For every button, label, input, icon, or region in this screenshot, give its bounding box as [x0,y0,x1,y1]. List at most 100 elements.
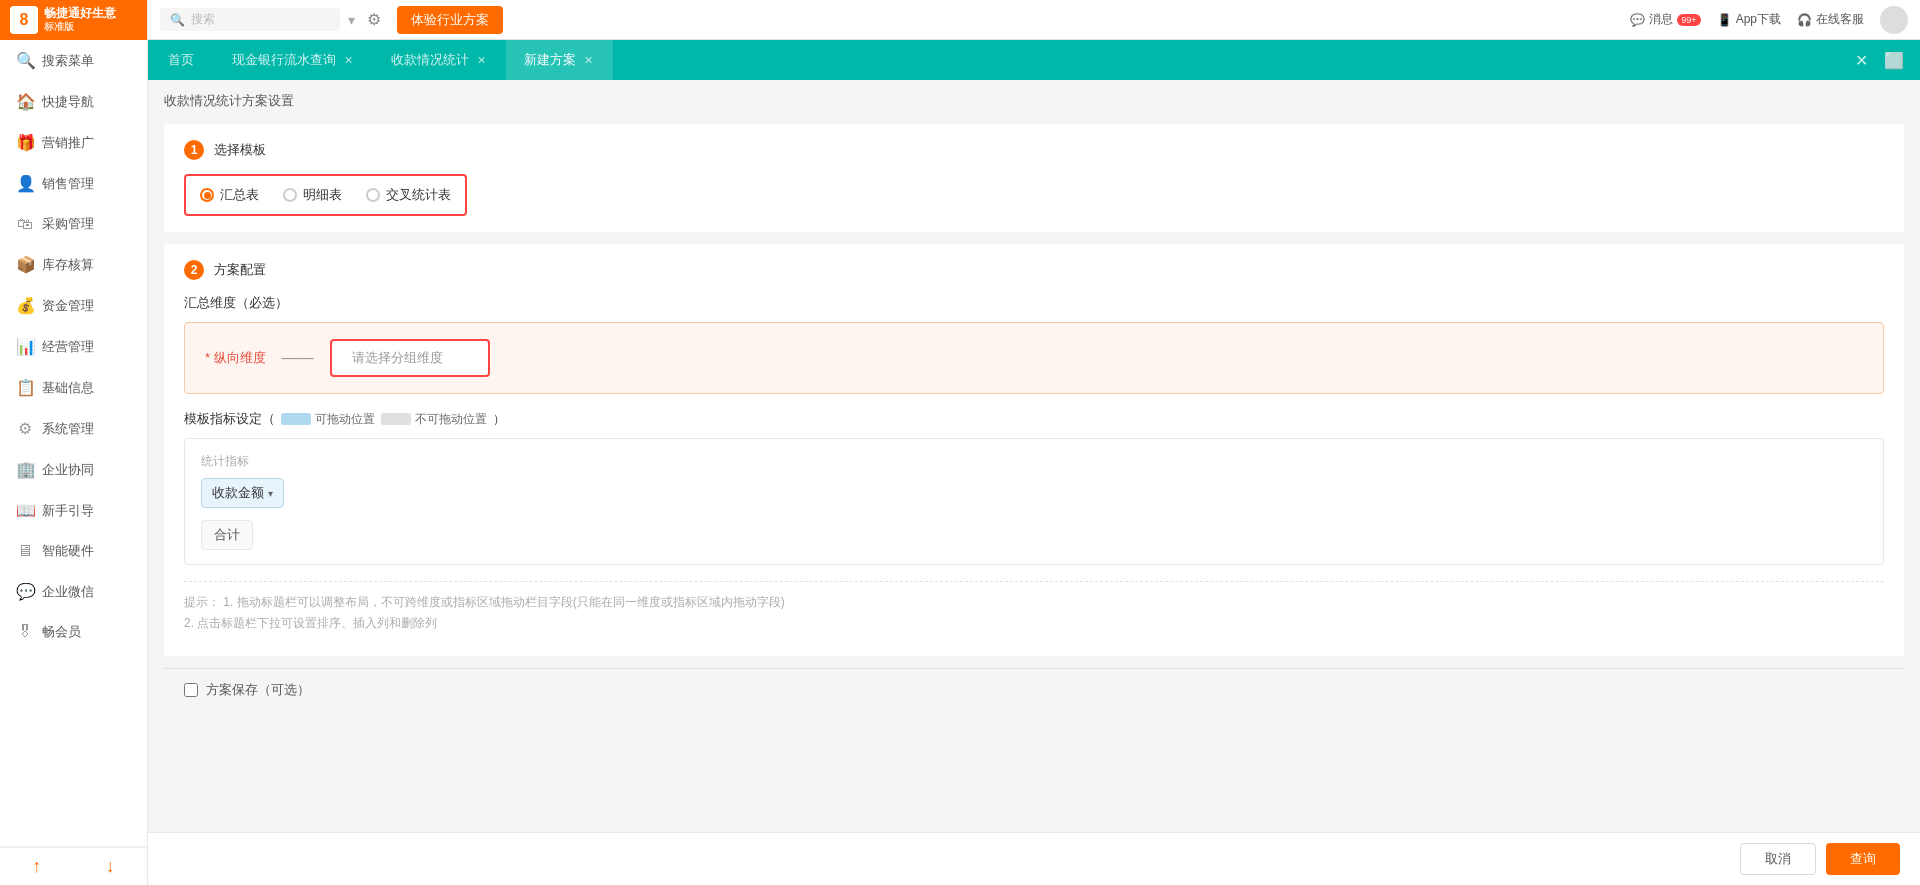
sidebar-item-quick-nav[interactable]: 🏠 快捷导航 [0,81,147,122]
app-download-item[interactable]: 📱 App下载 [1717,11,1781,28]
sidebar-bottom: ↑ ↓ [0,846,147,885]
sidebar-item-system[interactable]: ⚙ 系统管理 [0,408,147,449]
message-icon: 💬 [1630,13,1645,27]
save-checkbox[interactable] [184,683,198,697]
search-dropdown-button[interactable]: ▾ [348,12,355,28]
radio-summary-circle [200,188,214,202]
tab-home[interactable]: 首页 [148,40,214,80]
dimension-area: * 纵向维度 —— 请选择分组维度 [184,322,1884,394]
cancel-button[interactable]: 取消 [1740,843,1816,875]
sidebar-item-sales[interactable]: 👤 销售管理 [0,163,147,204]
tab-cashflow[interactable]: 现金银行流水查询 ✕ [214,40,373,80]
tab-receipt-stat-close[interactable]: ✕ [475,53,488,68]
tabbar-actions: ✕ ⬜ [1851,49,1920,72]
tab-cashflow-close[interactable]: ✕ [342,53,355,68]
metrics-subsection: 模板指标设定（ 可拖动位置 不可拖动位置 ） 统计指标 [184,410,1884,565]
sidebar-item-basic-info[interactable]: 📋 基础信息 [0,367,147,408]
metrics-section-title: 模板指标设定（ [184,410,275,428]
query-button[interactable]: 查询 [1826,843,1900,875]
sidebar-item-member[interactable]: 🎖 畅会员 [0,612,147,652]
radio-detail[interactable]: 明细表 [283,186,342,204]
tab-new-plan[interactable]: 新建方案 ✕ [506,40,613,80]
legend-draggable-item: 可拖动位置 [281,411,375,428]
tab-receipt-stat[interactable]: 收款情况统计 ✕ [373,40,506,80]
user-avatar[interactable] [1880,6,1908,34]
gift-icon: 🎁 [16,133,34,152]
subtotal-label: 合计 [201,520,253,550]
legend-nodrag-label: 不可拖动位置 [415,411,487,428]
legend-draggable-label: 可拖动位置 [315,411,375,428]
step1-section: 1 选择模板 汇总表 明细表 交叉统计表 [164,124,1904,232]
save-label: 方案保存（可选） [206,681,310,699]
close-window-button[interactable]: ✕ [1851,49,1872,72]
step2-section: 2 方案配置 汇总维度（必选） * 纵向维度 —— 请选择分组维度 [164,244,1904,656]
tip-line-1: 提示： 1. 拖动标题栏可以调整布局，不可跨维度或指标区域拖动栏目字段(只能在同… [184,594,1884,611]
logo-sub: 标准版 [44,20,116,34]
step1-header: 1 选择模板 [184,140,1884,160]
logo-name: 畅捷通好生意 [44,6,116,20]
dimension-arrow: —— [282,349,314,367]
page-content: 收款情况统计方案设置 1 选择模板 汇总表 明细表 [148,80,1920,832]
home-icon: 🏠 [16,92,34,111]
settings-gear-icon[interactable]: ⚙ [367,10,381,29]
step1-number: 1 [184,140,204,160]
receipt-amount-chip[interactable]: 收款金额 ▾ [201,478,284,508]
notification-item[interactable]: 💬 消息 99+ [1630,11,1700,28]
breadcrumb: 收款情况统计方案设置 [164,92,1904,110]
metric-chip-row: 收款金额 ▾ [201,478,1867,508]
template-options: 汇总表 明细表 交叉统计表 [184,174,467,216]
dimension-selector[interactable]: 请选择分组维度 [330,339,490,377]
radio-cross[interactable]: 交叉统计表 [366,186,451,204]
tabbar: 首页 现金银行流水查询 ✕ 收款情况统计 ✕ 新建方案 ✕ ✕ ⬜ [148,40,1920,80]
indicator-label: 统计指标 [201,454,249,468]
online-support-item[interactable]: 🎧 在线客服 [1797,11,1864,28]
sidebar-item-marketing[interactable]: 🎁 营销推广 [0,122,147,163]
sidebar-item-capital[interactable]: 💰 资金管理 [0,285,147,326]
sidebar-item-inventory[interactable]: 📦 库存核算 [0,244,147,285]
search-box[interactable]: 🔍 搜索 [160,8,340,31]
main-area: 🔍 搜索 ▾ ⚙ 体验行业方案 💬 消息 99+ 📱 App下载 🎧 在线客服 [148,0,1920,885]
sidebar-item-enterprise[interactable]: 🏢 企业协同 [0,449,147,490]
radio-detail-circle [283,188,297,202]
gear-icon: ⚙ [16,419,34,438]
expand-icon[interactable]: ↑ [32,856,41,877]
indicator-label-row: 统计指标 [201,453,1867,470]
tab-new-plan-close[interactable]: ✕ [582,53,595,68]
medal-icon: 🎖 [16,623,34,641]
collapse-icon[interactable]: ↓ [106,856,115,877]
chip-dropdown-icon: ▾ [268,488,273,499]
search-icon: 🔍 [170,13,185,27]
sidebar-logo: 8 畅捷通好生意 标准版 [0,0,147,40]
vertical-dim-label: * 纵向维度 [205,349,266,367]
footer-actions: 取消 查询 [148,832,1920,885]
sidebar-item-wechat[interactable]: 💬 企业微信 [0,571,147,612]
chat-icon: 💬 [16,582,34,601]
search-menu-icon: 🔍 [16,51,34,70]
sidebar-item-guide[interactable]: 📖 新手引导 [0,490,147,531]
topbar-right: 💬 消息 99+ 📱 App下载 🎧 在线客服 [1630,6,1908,34]
chart-icon: 📊 [16,337,34,356]
maximize-window-button[interactable]: ⬜ [1880,49,1908,72]
nodrag-legend-box [381,413,411,425]
bag-icon: 🛍 [16,215,34,233]
sidebar-item-search-menu[interactable]: 🔍 搜索菜单 [0,40,147,81]
radio-cross-circle [366,188,380,202]
metrics-section: 统计指标 收款金额 ▾ 合计 [184,438,1884,565]
box-icon: 📦 [16,255,34,274]
money-icon: 💰 [16,296,34,315]
step2-label: 方案配置 [214,261,266,279]
sidebar-item-purchase[interactable]: 🛍 采购管理 [0,204,147,244]
step2-header: 2 方案配置 [184,260,1884,280]
draggable-legend-box [281,413,311,425]
clipboard-icon: 📋 [16,378,34,397]
dimension-row: * 纵向维度 —— 请选择分组维度 [205,339,1863,377]
industry-solution-button[interactable]: 体验行业方案 [397,6,503,34]
sidebar-item-operations[interactable]: 📊 经营管理 [0,326,147,367]
user-icon: 👤 [16,174,34,193]
metric-subtotal-row: 合计 [201,514,1867,550]
sidebar-item-hardware[interactable]: 🖥 智能硬件 [0,531,147,571]
search-placeholder: 搜索 [191,11,215,28]
radio-summary[interactable]: 汇总表 [200,186,259,204]
headset-icon: 🎧 [1797,13,1812,27]
step2-number: 2 [184,260,204,280]
